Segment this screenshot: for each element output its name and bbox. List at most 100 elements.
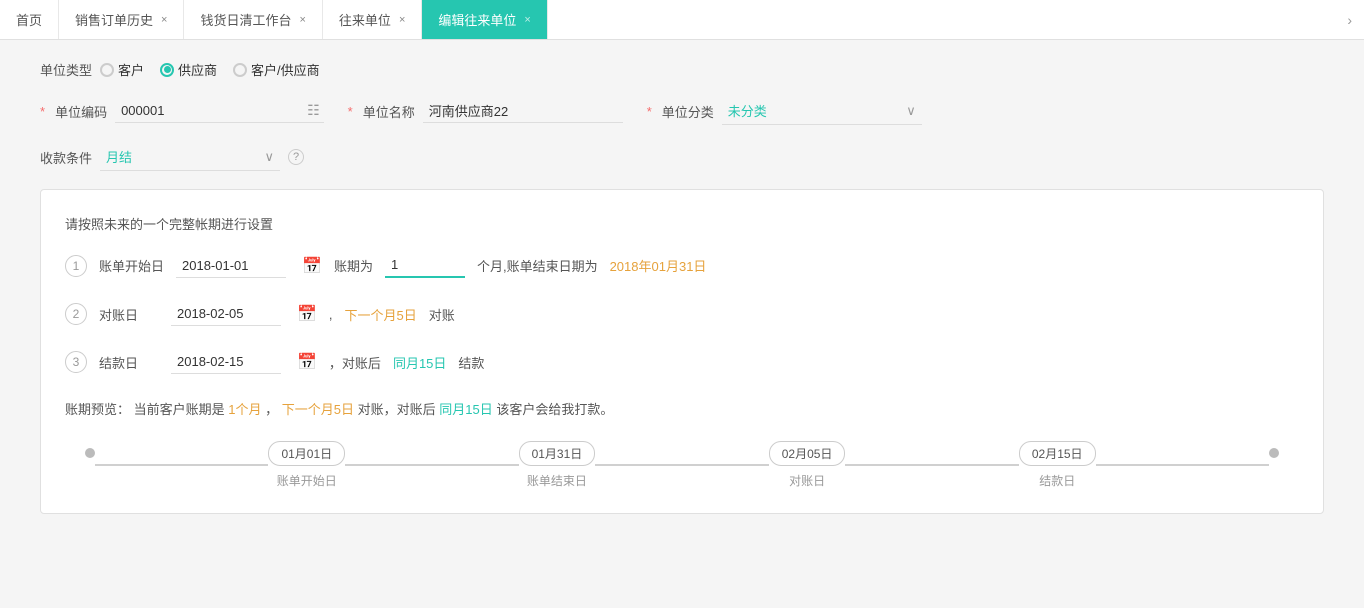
timeline-segment-3 xyxy=(595,464,768,466)
radio-both-circle xyxy=(233,63,247,77)
timeline-badge-4: 02月15日 xyxy=(1019,441,1096,466)
preview-text: 账期预览： 当前客户账期是 1个月 ， 下一个月5日 对账，对账后 同月15日 … xyxy=(65,398,1299,421)
timeline-node-2: 01月31日 账单结束日 xyxy=(519,441,596,489)
payment-label: 收款条件 xyxy=(40,148,92,167)
timeline-node-1: 01月01日 账单开始日 xyxy=(268,441,345,489)
tab-unit[interactable]: 往来单位 × xyxy=(323,0,422,39)
tab-cashflow[interactable]: 钱货日清工作台 × xyxy=(184,0,322,39)
radio-group-unit-type: 客户 供应商 客户/供应商 xyxy=(100,60,320,79)
timeline-segment-1 xyxy=(95,464,268,466)
timeline-segment-4 xyxy=(845,464,1018,466)
step-label-3: 结款日 xyxy=(99,353,159,372)
close-tab-unit[interactable]: × xyxy=(399,14,405,26)
step-number-3: 3 xyxy=(65,351,87,373)
payment-text-prefix: ，对账后 xyxy=(329,353,381,372)
end-date-highlight: 2018年01月31日 xyxy=(610,256,707,275)
preview-next: 下一个月5日 xyxy=(282,402,354,417)
preview-period: 1个月 xyxy=(228,402,261,417)
tab-edit-unit[interactable]: 编辑往来单位 × xyxy=(422,0,547,39)
section-box: 请按照未来的一个完整帐期进行设置 1 账单开始日 📅 账期为 个月,账单结束日期… xyxy=(40,189,1324,514)
payment-text-suffix: 结款 xyxy=(458,353,484,372)
unit-type-label: 单位类型 xyxy=(40,60,92,79)
timeline-end-dot xyxy=(1269,448,1279,482)
step-row-3: 3 结款日 📅 ，对账后 同月15日 结款 xyxy=(65,350,1299,374)
radio-both-label: 客户/供应商 xyxy=(251,60,320,79)
preview-mid1: ， xyxy=(265,402,278,417)
unit-code-label: 单位编码 xyxy=(55,102,107,121)
tab-sales-history[interactable]: 销售订单历史 × xyxy=(59,0,184,39)
step-number-2: 2 xyxy=(65,303,87,325)
preview-before: 当前客户账期是 xyxy=(134,402,225,417)
unit-type-group: 单位类型 客户 供应商 客户/供应商 xyxy=(40,60,320,79)
close-tab-cashflow[interactable]: × xyxy=(299,14,305,26)
timeline-label-2: 账单结束日 xyxy=(527,472,587,489)
unit-category-arrow: ∨ xyxy=(900,103,922,119)
tab-more-button[interactable]: › xyxy=(1335,12,1364,28)
unit-code-group: * 单位编码 ☷ xyxy=(40,99,324,123)
unit-name-input[interactable] xyxy=(423,99,623,123)
unit-code-input[interactable] xyxy=(115,99,303,122)
next-month-highlight: 下一个月5日 xyxy=(345,305,417,324)
unit-type-row: 单位类型 客户 供应商 客户/供应商 xyxy=(40,60,1324,79)
close-tab-sales-history[interactable]: × xyxy=(161,14,167,26)
payment-value: 月结 xyxy=(100,143,258,170)
radio-supplier-circle xyxy=(160,63,174,77)
payment-row: 收款条件 月结 ∨ ? xyxy=(40,143,1324,171)
step-row-2: 2 对账日 📅 , 下一个月5日 对账 xyxy=(65,302,1299,326)
unit-code-input-wrapper: ☷ xyxy=(115,99,324,123)
payment-group: 收款条件 月结 ∨ ? xyxy=(40,143,304,171)
radio-supplier-label: 供应商 xyxy=(178,60,217,79)
unit-category-select[interactable]: 未分类 ∨ xyxy=(722,97,922,125)
unit-name-required: * xyxy=(348,104,353,119)
step-label-2: 对账日 xyxy=(99,305,159,324)
preview-end: 该客户会给我打款。 xyxy=(496,402,613,417)
radio-customer-label: 客户 xyxy=(118,60,144,79)
tab-home[interactable]: 首页 xyxy=(0,0,59,39)
step-period-suffix: 个月,账单结束日期为 xyxy=(477,256,598,275)
timeline-segment-2 xyxy=(345,464,518,466)
page-content: 单位类型 客户 供应商 客户/供应商 * 单位编码 xyxy=(0,40,1364,608)
step-number-1: 1 xyxy=(65,255,87,277)
preview-mid2: 对账，对账后 xyxy=(358,402,436,417)
section-title: 请按照未来的一个完整帐期进行设置 xyxy=(65,214,1299,233)
preview-label: 账期预览： xyxy=(65,402,130,417)
step-date-input-2[interactable] xyxy=(171,302,281,326)
unit-code-required: * xyxy=(40,104,45,119)
reconcile-text-prefix: , xyxy=(329,307,333,322)
unit-info-row: * 单位编码 ☷ * 单位名称 * 单位分类 未分类 ∨ xyxy=(40,97,1324,125)
calendar-icon-3[interactable]: 📅 xyxy=(297,352,317,372)
timeline-badge-3: 02月05日 xyxy=(769,441,846,466)
radio-customer[interactable]: 客户 xyxy=(100,60,144,79)
radio-both[interactable]: 客户/供应商 xyxy=(233,60,320,79)
timeline: 01月01日 账单开始日 01月31日 账单结束日 02月05日 对账日 02月… xyxy=(65,441,1299,489)
timeline-badge-1: 01月01日 xyxy=(268,441,345,466)
reconcile-text-suffix: 对账 xyxy=(429,305,455,324)
timeline-node-4: 02月15日 结款日 xyxy=(1019,441,1096,489)
step-period-prefix: 账期为 xyxy=(334,256,373,275)
step-date-input-1[interactable] xyxy=(176,254,286,278)
timeline-label-4: 结款日 xyxy=(1039,472,1075,489)
payment-help-icon[interactable]: ? xyxy=(288,149,304,165)
timeline-start-dot xyxy=(85,448,95,482)
calendar-icon-2[interactable]: 📅 xyxy=(297,304,317,324)
unit-category-label: 单位分类 xyxy=(662,102,714,121)
timeline-badge-2: 01月31日 xyxy=(519,441,596,466)
timeline-label-1: 账单开始日 xyxy=(277,472,337,489)
payment-arrow: ∨ xyxy=(259,149,281,165)
unit-category-value: 未分类 xyxy=(722,97,900,124)
radio-supplier[interactable]: 供应商 xyxy=(160,60,217,79)
close-tab-edit-unit[interactable]: × xyxy=(524,14,530,26)
tab-bar: 首页 销售订单历史 × 钱货日清工作台 × 往来单位 × 编辑往来单位 × › xyxy=(0,0,1364,40)
step-date-input-3[interactable] xyxy=(171,350,281,374)
period-input[interactable] xyxy=(385,253,465,278)
same-month-highlight: 同月15日 xyxy=(393,353,446,372)
unit-name-group: * 单位名称 xyxy=(348,99,623,123)
unit-category-group: * 单位分类 未分类 ∨ xyxy=(647,97,922,125)
copy-icon[interactable]: ☷ xyxy=(303,102,324,119)
timeline-node-3: 02月05日 对账日 xyxy=(769,441,846,489)
radio-customer-circle xyxy=(100,63,114,77)
payment-select[interactable]: 月结 ∨ xyxy=(100,143,280,171)
calendar-icon-1[interactable]: 📅 xyxy=(302,256,322,276)
step-label-1: 账单开始日 xyxy=(99,256,164,275)
timeline-segment-5 xyxy=(1096,464,1269,466)
